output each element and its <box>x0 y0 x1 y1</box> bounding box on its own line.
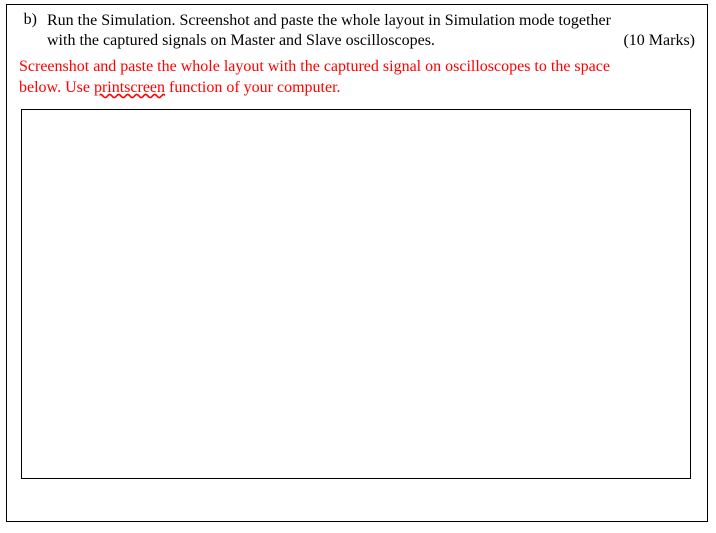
instruction-line2-b-wavy: printscreen <box>94 79 165 96</box>
question-body: Run the Simulation. Screenshot and paste… <box>47 11 695 51</box>
instruction-line2-a: below. Use <box>19 79 94 96</box>
question-text-line2-wrap: with the captured signals on Master and … <box>47 31 695 51</box>
question-text-line1: Run the Simulation. Screenshot and paste… <box>47 11 695 31</box>
instruction-block: Screenshot and paste the whole layout wi… <box>19 57 695 99</box>
page-container: b) Run the Simulation. Screenshot and pa… <box>6 4 708 522</box>
screenshot-paste-area[interactable] <box>21 109 691 479</box>
question-text-line2-left: with the captured signals on Master and … <box>47 31 435 51</box>
instruction-line1: Screenshot and paste the whole layout wi… <box>19 58 610 75</box>
marks-label: (10 Marks) <box>613 31 695 51</box>
instruction-line2-c: function of your computer. <box>165 79 341 96</box>
question-label: b) <box>19 11 37 29</box>
question-block: b) Run the Simulation. Screenshot and pa… <box>19 11 695 51</box>
